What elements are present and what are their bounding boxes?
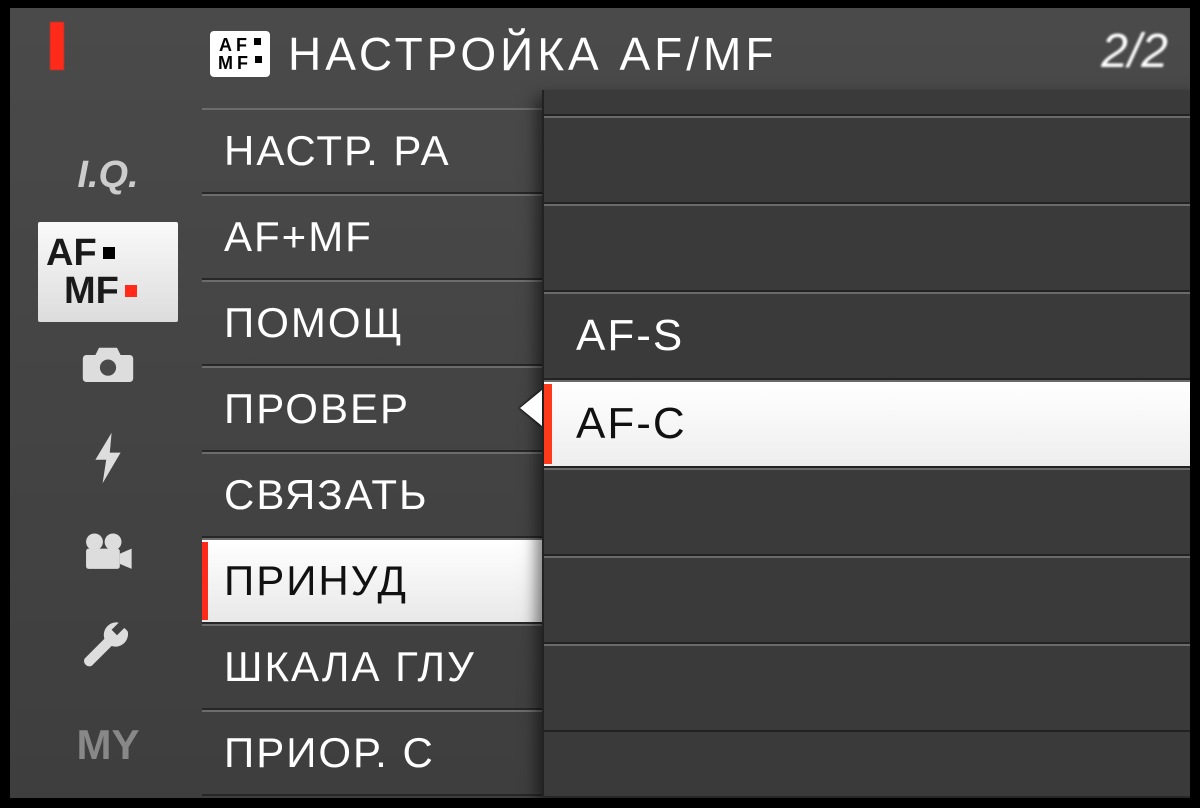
popup-row-empty (544, 644, 1190, 732)
camera-menu-screen: AF MF НАСТРОЙКА AF/MF 2/2 I.Q. AF MF (10, 8, 1190, 798)
settings-list: НАСТР. РА AF+MF ПОМОЩ ПРОВЕР СВЯЗАТЬ ПРИ… (202, 108, 562, 796)
tab-afmf-bottom: MF (64, 272, 119, 310)
popup-row-empty (544, 116, 1190, 204)
tab-movie[interactable] (38, 510, 178, 604)
popup-option-afs[interactable]: AF-S (544, 292, 1190, 380)
list-item[interactable]: ПРИОР. С (202, 710, 562, 796)
header-icon-top: AF (219, 36, 251, 54)
tab-flash[interactable] (38, 416, 178, 510)
flash-icon (81, 431, 135, 495)
tab-afmf[interactable]: AF MF (38, 222, 178, 322)
tab-my[interactable]: MY (38, 698, 178, 792)
list-item[interactable]: ПРОВЕР (202, 366, 562, 452)
list-item-selected[interactable]: ПРИНУД (202, 538, 562, 624)
popup-row-empty (544, 468, 1190, 556)
tab-iq-label: I.Q. (77, 154, 138, 197)
list-item[interactable]: НАСТР. РА (202, 108, 562, 194)
category-sidebar: I.Q. AF MF M (38, 128, 178, 792)
movie-icon (81, 525, 135, 589)
list-item[interactable]: СВЯЗАТЬ (202, 452, 562, 538)
tab-afmf-top: AF (46, 234, 97, 272)
tab-shooting[interactable] (38, 322, 178, 416)
camera-icon (81, 337, 135, 401)
back-arrow-icon[interactable] (520, 390, 542, 426)
list-item[interactable]: AF+MF (202, 194, 562, 280)
header-title: НАСТРОЙКА AF/MF (288, 27, 777, 81)
tab-iq[interactable]: I.Q. (38, 128, 178, 222)
page-indicator: 2/2 (1101, 24, 1168, 79)
tab-my-label: MY (77, 721, 140, 769)
list-item[interactable]: ПОМОЩ (202, 280, 562, 366)
popup-row-empty (544, 90, 1190, 116)
list-item[interactable]: ШКАЛА ГЛУ (202, 624, 562, 710)
afmf-header-icon: AF MF (210, 31, 270, 77)
menu-header: AF MF НАСТРОЙКА AF/MF (210, 20, 1170, 88)
option-popup: AF-S AF-C (542, 90, 1190, 796)
header-icon-bottom: MF (218, 54, 252, 72)
popup-row-empty (544, 204, 1190, 292)
accent-bar (50, 22, 64, 70)
popup-row-empty (544, 556, 1190, 644)
wrench-icon (81, 619, 135, 683)
popup-option-afc[interactable]: AF-C (544, 380, 1190, 468)
tab-setup[interactable] (38, 604, 178, 698)
